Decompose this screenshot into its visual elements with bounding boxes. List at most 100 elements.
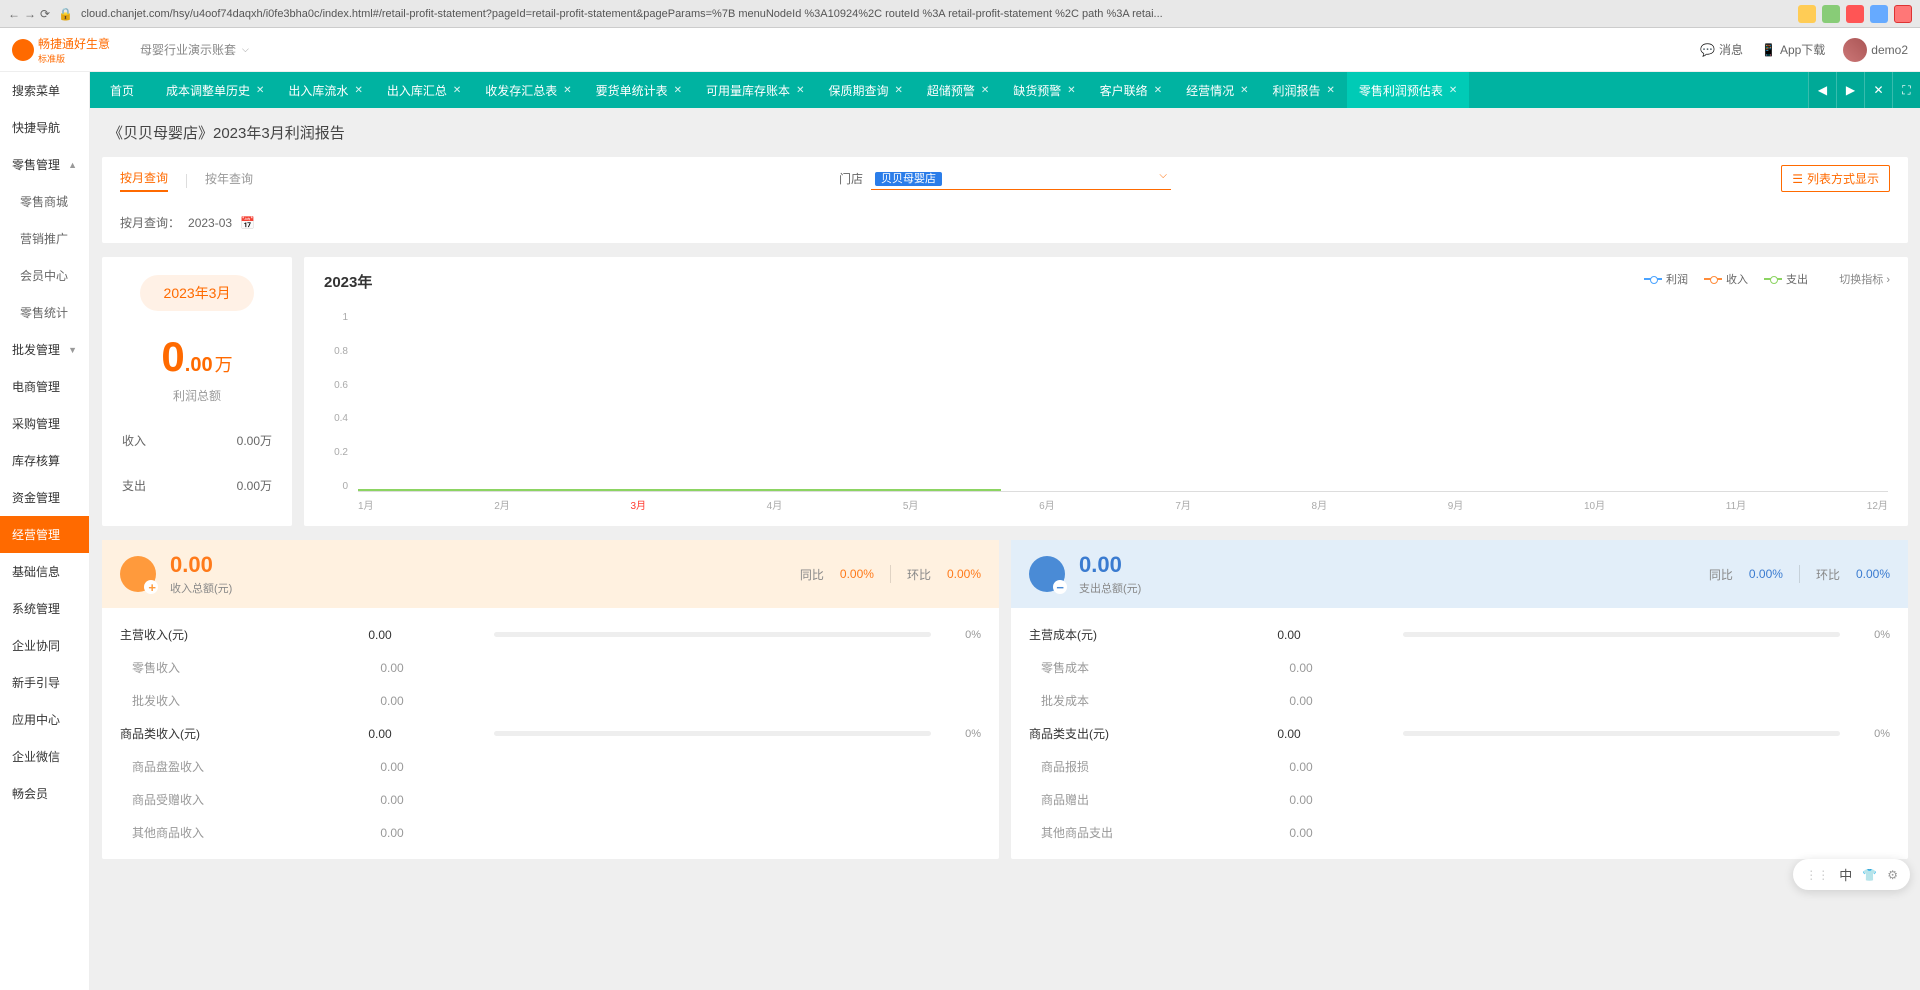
tab[interactable]: 超储预警✕ bbox=[915, 72, 1001, 108]
gear-icon[interactable]: ⚙ bbox=[1887, 868, 1898, 882]
switch-indicator[interactable]: 切换指标 › bbox=[1839, 271, 1890, 287]
back-icon[interactable]: ← bbox=[8, 7, 20, 21]
url-bar[interactable]: cloud.chanjet.com/hsy/u4oof74daqxh/i0fe3… bbox=[81, 8, 1790, 20]
row-value: 0.00 bbox=[1189, 727, 1389, 741]
tab[interactable]: 可用量库存账本✕ bbox=[694, 72, 816, 108]
sidebar-item[interactable]: 零售统计 bbox=[0, 294, 89, 331]
sidebar-item[interactable]: 企业协同 bbox=[0, 627, 89, 664]
tab-home[interactable]: 首页 bbox=[90, 72, 154, 108]
caret-icon: ▲ bbox=[68, 160, 77, 170]
tab[interactable]: 出入库汇总✕ bbox=[375, 72, 473, 108]
x-tick: 9月 bbox=[1448, 497, 1464, 512]
close-icon[interactable]: ✕ bbox=[981, 85, 989, 96]
sidebar-item[interactable]: 经营管理 bbox=[0, 516, 89, 553]
close-icon[interactable]: ✕ bbox=[1067, 85, 1075, 96]
x-tick: 5月 bbox=[903, 497, 919, 512]
tab[interactable]: 缺货预警✕ bbox=[1001, 72, 1087, 108]
breakdown-row: 零售收入0.00 bbox=[120, 651, 981, 684]
sidebar-item[interactable]: 零售商城 bbox=[0, 183, 89, 220]
filter-by-year[interactable]: 按年查询 bbox=[205, 170, 253, 191]
sidebar-item[interactable]: 会员中心 bbox=[0, 257, 89, 294]
messages-link[interactable]: 💬 消息 bbox=[1700, 41, 1743, 58]
sidebar-item[interactable]: 新手引导 bbox=[0, 664, 89, 701]
tab[interactable]: 收发存汇总表✕ bbox=[473, 72, 583, 108]
calendar-icon[interactable]: 📅 bbox=[240, 216, 255, 230]
sidebar-item[interactable]: 资金管理 bbox=[0, 479, 89, 516]
tab[interactable]: 成本调整单历史 ✕ bbox=[154, 72, 276, 108]
close-icon[interactable]: ✕ bbox=[674, 85, 682, 96]
tab[interactable]: 出入库流水✕ bbox=[276, 72, 374, 108]
account-selector[interactable]: 母婴行业演示账套 ⌵ bbox=[140, 41, 249, 58]
legend-profit[interactable]: 利润 bbox=[1644, 271, 1688, 287]
row-value: 0.00 bbox=[292, 793, 492, 807]
ime-helper[interactable]: ⋮⋮ 中 👕 ⚙ bbox=[1793, 859, 1910, 890]
sidebar-item[interactable]: 企业微信 bbox=[0, 738, 89, 775]
sidebar-item-label: 营销推广 bbox=[20, 230, 68, 247]
messages-label: 消息 bbox=[1719, 41, 1743, 58]
tab-label: 成本调整单历史 bbox=[166, 82, 250, 99]
tab[interactable]: 保质期查询✕ bbox=[816, 72, 914, 108]
row-name: 批发收入 bbox=[132, 692, 292, 709]
reload-icon[interactable]: ⟳ bbox=[40, 7, 50, 21]
row-value: 0.00 bbox=[1201, 694, 1401, 708]
tab[interactable]: 利润报告✕ bbox=[1260, 72, 1346, 108]
tab-active[interactable]: 零售利润预估表 ✕ bbox=[1347, 72, 1469, 108]
tab[interactable]: 要货单统计表✕ bbox=[584, 72, 694, 108]
close-icon[interactable]: ✕ bbox=[1240, 85, 1248, 96]
sidebar-item[interactable]: 系统管理 bbox=[0, 590, 89, 627]
filter-by-month[interactable]: 按月查询 bbox=[120, 169, 168, 192]
shirt-icon[interactable]: 👕 bbox=[1862, 868, 1877, 882]
legend-income[interactable]: 收入 bbox=[1704, 271, 1748, 287]
tabs-scroll-left[interactable]: ◀ bbox=[1808, 72, 1836, 108]
forward-icon[interactable]: → bbox=[24, 7, 36, 21]
sidebar-item[interactable]: 电商管理 bbox=[0, 368, 89, 405]
sidebar-item[interactable]: 基础信息 bbox=[0, 553, 89, 590]
tab[interactable]: 客户联络✕ bbox=[1088, 72, 1174, 108]
store-selector[interactable]: 门店 贝贝母婴店 ⌵ bbox=[839, 167, 1171, 190]
close-icon[interactable]: ✕ bbox=[796, 85, 804, 96]
close-icon[interactable]: ✕ bbox=[1327, 85, 1335, 96]
y-tick: 1 bbox=[324, 312, 348, 323]
user-menu[interactable]: demo2 bbox=[1843, 38, 1908, 62]
list-view-button[interactable]: ☰ 列表方式显示 bbox=[1781, 165, 1890, 192]
sidebar-item[interactable]: 采购管理 bbox=[0, 405, 89, 442]
sidebar-item-label: 采购管理 bbox=[12, 415, 60, 432]
legend-expense[interactable]: 支出 bbox=[1764, 271, 1808, 287]
row-bar bbox=[494, 632, 931, 637]
tab-label: 首页 bbox=[110, 82, 134, 99]
ext-update-icon[interactable] bbox=[1894, 5, 1912, 23]
ext-icon[interactable] bbox=[1798, 5, 1816, 23]
sidebar-item[interactable]: 快捷导航 bbox=[0, 109, 89, 146]
close-icon[interactable]: ✕ bbox=[256, 85, 264, 96]
row-value: 0.00 bbox=[292, 694, 492, 708]
tabs-bar: 首页 成本调整单历史✕出入库流水✕出入库汇总✕收发存汇总表✕要货单统计表✕可用量… bbox=[90, 72, 1920, 108]
tab[interactable]: 经营情况✕ bbox=[1174, 72, 1260, 108]
ext-icon[interactable] bbox=[1822, 5, 1840, 23]
ext-icon[interactable] bbox=[1870, 5, 1888, 23]
logo[interactable]: 畅捷通好生意 标准版 bbox=[12, 35, 110, 65]
tabs-close-all[interactable]: ✕ bbox=[1864, 72, 1892, 108]
sidebar-item[interactable]: 零售管理▲ bbox=[0, 146, 89, 183]
close-icon[interactable]: ✕ bbox=[563, 85, 571, 96]
ext-icon[interactable] bbox=[1846, 5, 1864, 23]
date-value[interactable]: 2023-03 bbox=[188, 216, 232, 230]
close-icon[interactable]: ✕ bbox=[1449, 85, 1457, 96]
close-icon[interactable]: ✕ bbox=[894, 85, 902, 96]
sidebar-item[interactable]: 营销推广 bbox=[0, 220, 89, 257]
close-icon[interactable]: ✕ bbox=[453, 85, 461, 96]
sidebar-item-label: 系统管理 bbox=[12, 600, 60, 617]
sidebar-item[interactable]: 库存核算 bbox=[0, 442, 89, 479]
chevron-down-icon: ⌵ bbox=[1159, 170, 1167, 181]
sidebar-item[interactable]: 应用中心 bbox=[0, 701, 89, 738]
row-value: 0.00 bbox=[1201, 826, 1401, 840]
tabs-fullscreen[interactable]: ⛶ bbox=[1892, 72, 1920, 108]
close-icon[interactable]: ✕ bbox=[354, 85, 362, 96]
close-icon[interactable]: ✕ bbox=[1154, 85, 1162, 96]
sidebar-item[interactable]: 批发管理▼ bbox=[0, 331, 89, 368]
tabs-scroll-right[interactable]: ▶ bbox=[1836, 72, 1864, 108]
sidebar-item[interactable]: 搜索菜单 bbox=[0, 72, 89, 109]
app-download-link[interactable]: 📱 App下载 bbox=[1761, 41, 1825, 58]
expense-amount: 0.00 bbox=[1079, 552, 1141, 578]
row-name: 主营收入(元) bbox=[120, 626, 280, 643]
sidebar-item[interactable]: 畅会员 bbox=[0, 775, 89, 812]
